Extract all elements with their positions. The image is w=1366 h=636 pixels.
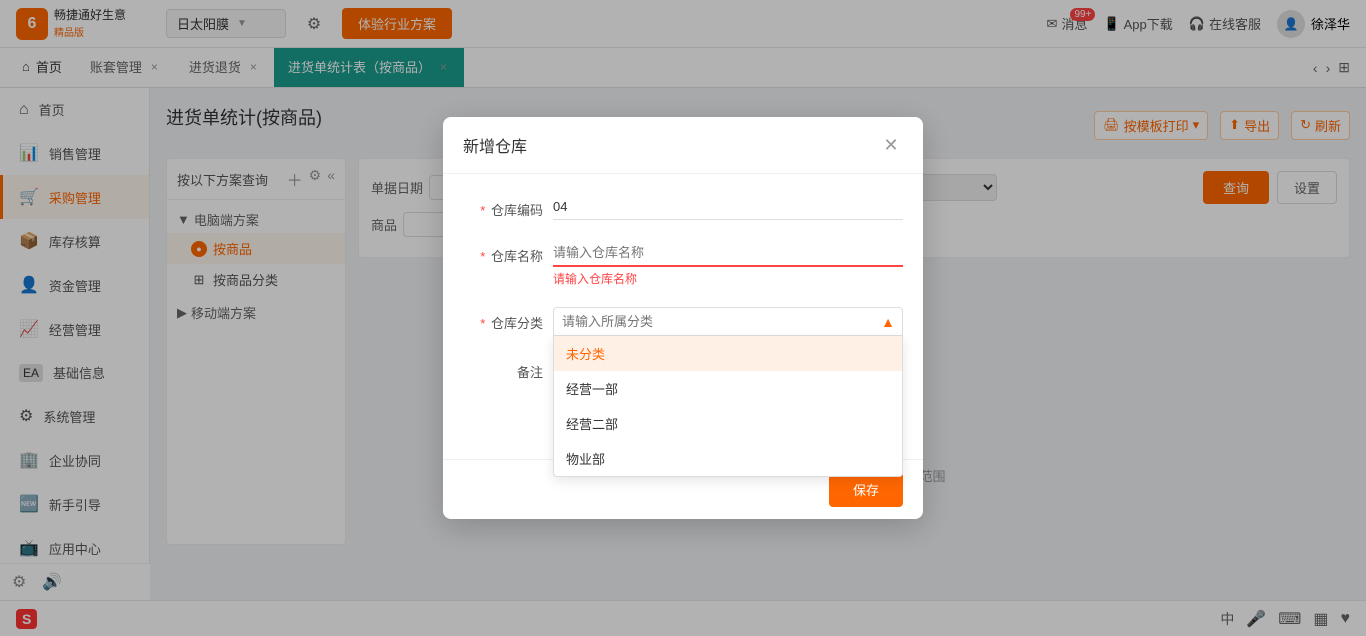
modal-header: 新增仓库 ✕: [443, 117, 923, 174]
new-warehouse-modal: 新增仓库 ✕ * 仓库编码 * 仓库名称: [443, 117, 923, 519]
category-dropdown: 未分类 经营一部 经营二部 物业部: [553, 336, 903, 477]
category-toggle-btn[interactable]: ▲: [881, 314, 895, 330]
warehouse-code-row: * 仓库编码: [463, 194, 903, 220]
required-star-name: *: [480, 249, 485, 264]
name-error-msg: 请输入仓库名称: [553, 270, 903, 287]
warehouse-code-label: * 仓库编码: [463, 194, 543, 219]
category-option-none[interactable]: 未分类: [554, 336, 902, 371]
warehouse-notes-label: 备注: [463, 356, 543, 381]
modal-title: 新增仓库: [463, 133, 527, 157]
category-input[interactable]: [553, 307, 903, 336]
category-option-ops2[interactable]: 经营二部: [554, 406, 902, 441]
warehouse-category-row: * 仓库分类 ▲ 未分类 经营一部 经营二部 物业部: [463, 307, 903, 336]
category-select-wrap: ▲ 未分类 经营一部 经营二部 物业部: [553, 307, 903, 336]
warehouse-code-input-wrap: [553, 194, 903, 220]
category-option-ops1[interactable]: 经营一部: [554, 371, 902, 406]
warehouse-category-label: * 仓库分类: [463, 307, 543, 332]
required-star-category: *: [480, 316, 485, 331]
modal-overlay[interactable]: 新增仓库 ✕ * 仓库编码 * 仓库名称: [0, 0, 1366, 636]
modal-close-btn[interactable]: ✕: [879, 133, 903, 157]
warehouse-name-input[interactable]: [553, 240, 903, 267]
save-button[interactable]: 保存: [829, 472, 903, 507]
required-star-code: *: [480, 203, 485, 218]
warehouse-code-input[interactable]: [553, 194, 903, 220]
warehouse-name-input-wrap: 请输入仓库名称: [553, 240, 903, 287]
modal-body: * 仓库编码 * 仓库名称 请输入仓库名称: [443, 174, 923, 459]
category-option-property[interactable]: 物业部: [554, 441, 902, 476]
warehouse-name-label: * 仓库名称: [463, 240, 543, 265]
warehouse-name-row: * 仓库名称 请输入仓库名称: [463, 240, 903, 287]
